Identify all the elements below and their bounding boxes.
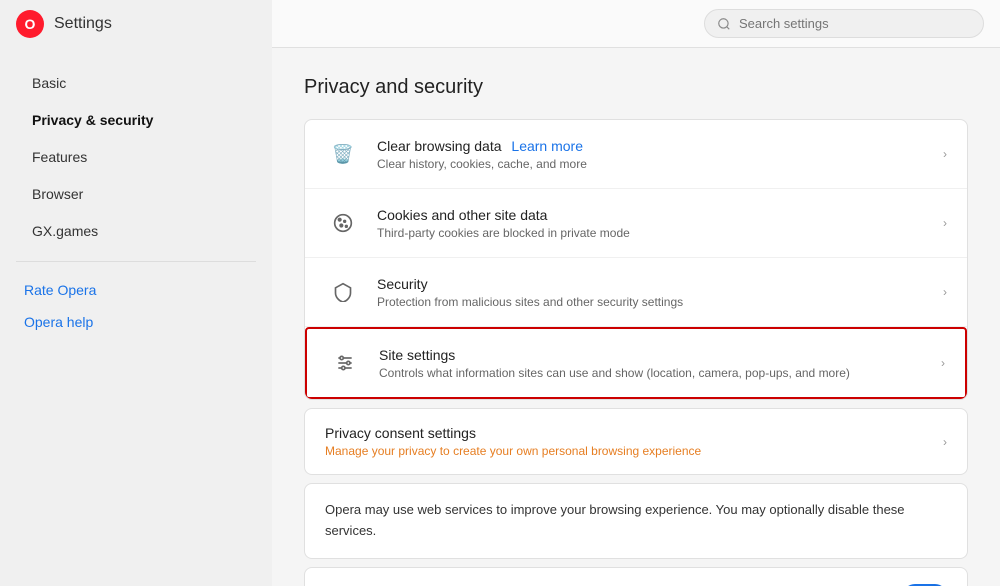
sidebar-opera-help[interactable]: Opera help xyxy=(0,306,272,338)
chevron-icon: › xyxy=(943,147,947,161)
clear-browsing-content: Clear browsing data Learn more Clear his… xyxy=(377,138,935,171)
services-text-row: Opera may use web services to improve yo… xyxy=(304,483,968,559)
site-settings-content: Site settings Controls what information … xyxy=(379,347,933,380)
chevron-icon: › xyxy=(943,435,947,449)
chevron-icon: › xyxy=(943,216,947,230)
search-input[interactable] xyxy=(739,16,971,31)
site-settings-subtitle: Controls what information sites can use … xyxy=(379,366,933,380)
sidebar-nav: Basic Privacy & security Features Browse… xyxy=(0,48,272,354)
site-settings-title: Site settings xyxy=(379,347,933,363)
shield-icon xyxy=(325,274,361,310)
security-content: Security Protection from malicious sites… xyxy=(377,276,935,309)
sidebar-item-privacy[interactable]: Privacy & security xyxy=(8,102,264,138)
content-area: Privacy and security 🗑️ Clear browsing d… xyxy=(272,48,1000,586)
trash-icon: 🗑️ xyxy=(325,136,361,172)
sidebar-item-basic[interactable]: Basic xyxy=(8,65,264,101)
privacy-consent-row[interactable]: Privacy consent settings Manage your pri… xyxy=(304,408,968,475)
sidebar-item-features[interactable]: Features xyxy=(8,139,264,175)
opera-logo: O xyxy=(16,10,44,38)
security-subtitle: Protection from malicious sites and othe… xyxy=(377,295,935,309)
privacy-consent-subtitle: Manage your privacy to create your own p… xyxy=(325,444,935,458)
site-settings-row[interactable]: Site settings Controls what information … xyxy=(305,327,967,399)
sidebar-separator xyxy=(16,261,256,262)
security-row[interactable]: Security Protection from malicious sites… xyxy=(305,258,967,327)
clear-browsing-learn-more[interactable]: Learn more xyxy=(511,138,583,154)
top-bar xyxy=(272,0,1000,48)
cookies-row[interactable]: Cookies and other site data Third-party … xyxy=(305,189,967,258)
clear-browsing-subtitle: Clear history, cookies, cache, and more xyxy=(377,157,935,171)
app-header: O Settings xyxy=(0,0,272,48)
cookies-content: Cookies and other site data Third-party … xyxy=(377,207,935,240)
chevron-icon: › xyxy=(943,285,947,299)
cookies-subtitle: Third-party cookies are blocked in priva… xyxy=(377,226,935,240)
sidebar-rate-opera[interactable]: Rate Opera xyxy=(0,274,272,306)
sidebar: Basic Privacy & security Features Browse… xyxy=(0,0,272,586)
search-suggestions-row[interactable]: Improve search suggestions xyxy=(304,567,968,586)
sidebar-item-browser[interactable]: Browser xyxy=(8,176,264,212)
search-icon xyxy=(717,17,731,31)
clear-browsing-title: Clear browsing data Learn more xyxy=(377,138,935,154)
search-box[interactable] xyxy=(704,9,984,38)
app-title: Settings xyxy=(54,15,112,33)
privacy-consent-title: Privacy consent settings xyxy=(325,425,935,441)
cookies-icon xyxy=(325,205,361,241)
security-title: Security xyxy=(377,276,935,292)
chevron-icon: › xyxy=(941,356,945,370)
settings-list: 🗑️ Clear browsing data Learn more Clear … xyxy=(304,119,968,400)
clear-browsing-row[interactable]: 🗑️ Clear browsing data Learn more Clear … xyxy=(305,120,967,189)
sidebar-item-gx[interactable]: GX.games xyxy=(8,213,264,249)
cookies-title: Cookies and other site data xyxy=(377,207,935,223)
privacy-consent-content: Privacy consent settings Manage your pri… xyxy=(325,425,935,458)
sliders-icon xyxy=(327,345,363,381)
main-content: Privacy and security 🗑️ Clear browsing d… xyxy=(272,0,1000,586)
page-title: Privacy and security xyxy=(304,68,968,107)
